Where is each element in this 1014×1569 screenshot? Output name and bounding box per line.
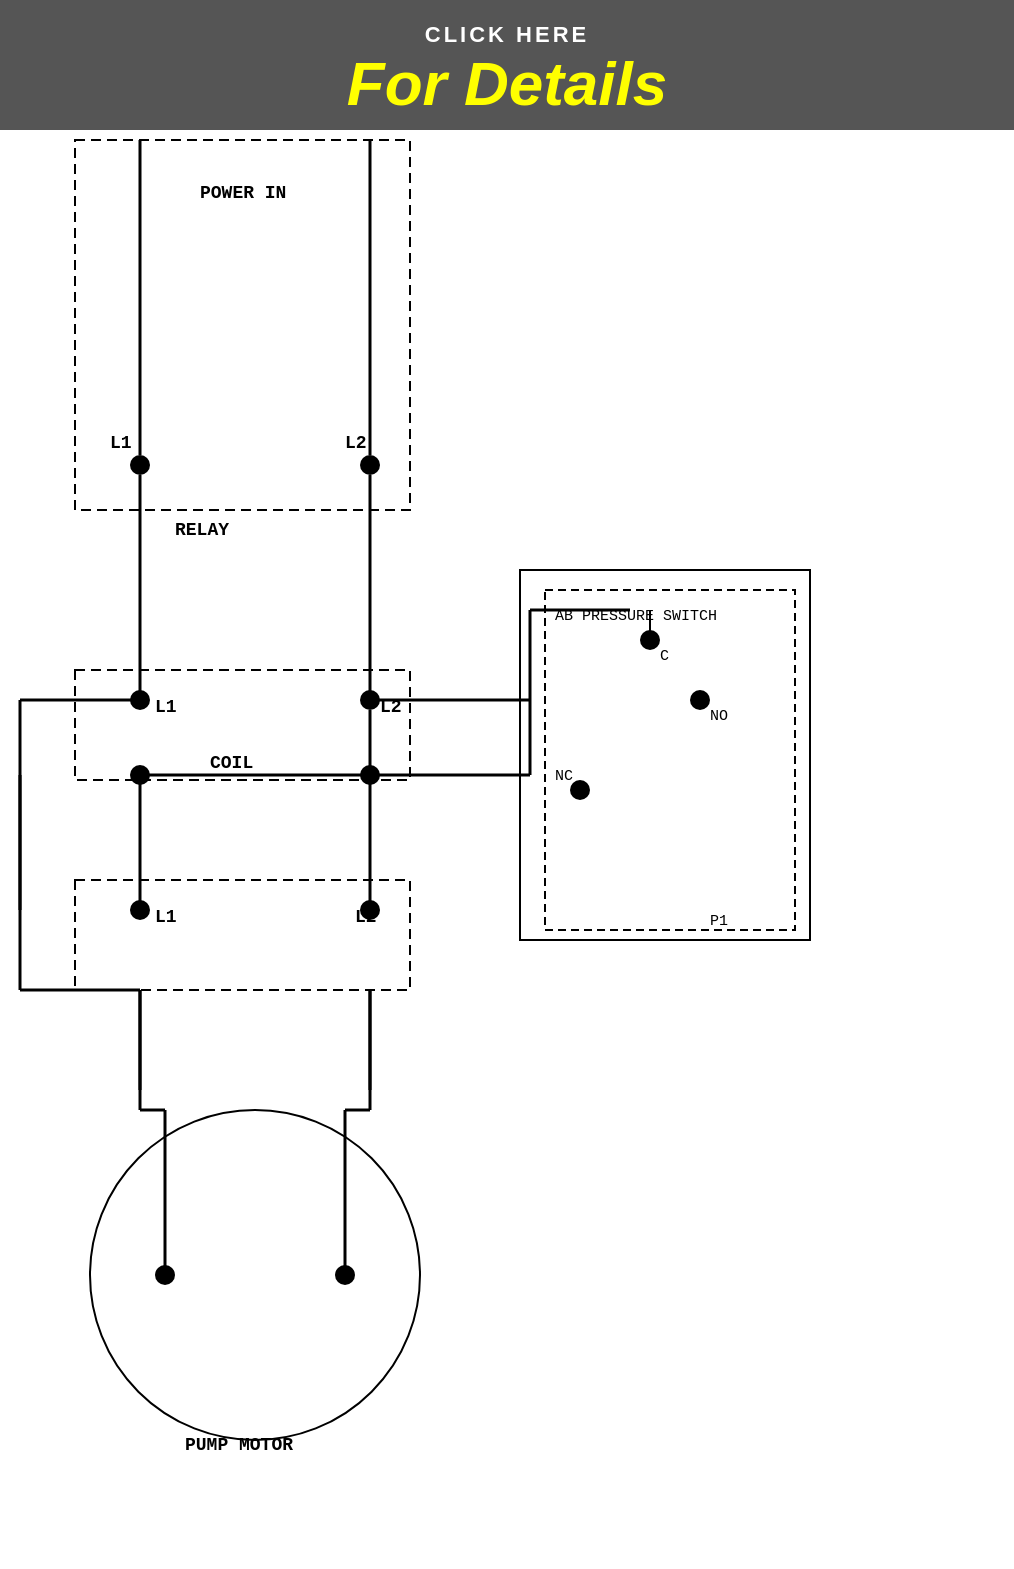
l1-top-dot	[130, 455, 150, 475]
l1-bot-dot	[130, 900, 150, 920]
relay-label: RELAY	[175, 520, 229, 540]
diagram-area: POWER IN L1 L2 RELAY L1 L2	[0, 130, 1014, 1569]
power-in-label: POWER IN	[200, 183, 286, 203]
pump-motor-label: PUMP MOTOR	[185, 1435, 293, 1455]
l1-top-label: L1	[110, 433, 132, 453]
header-bar[interactable]: CLICK HERE For Details	[0, 0, 1014, 130]
l2-top-label: L2	[345, 433, 367, 453]
p1-label: P1	[710, 913, 728, 930]
wiring-diagram: POWER IN L1 L2 RELAY L1 L2	[0, 130, 1014, 1569]
coil-label: COIL	[210, 753, 253, 773]
pressure-switch-label: AB PRESSURE SWITCH	[555, 608, 717, 625]
nc-label: NC	[555, 768, 573, 785]
l2-top-dot	[360, 455, 380, 475]
c-label: C	[660, 648, 669, 665]
pump-motor-circle	[90, 1110, 420, 1440]
no-dot	[690, 690, 710, 710]
l1-mid-label: L1	[155, 697, 177, 717]
no-label: NO	[710, 708, 728, 725]
svg-rect-15	[75, 880, 410, 990]
svg-rect-22	[520, 570, 810, 940]
l2-bot-dot	[360, 900, 380, 920]
click-here-text: CLICK HERE	[425, 22, 589, 48]
l1-bot-label: L1	[155, 907, 177, 927]
svg-rect-23	[545, 590, 795, 930]
for-details-text: For Details	[347, 48, 667, 119]
